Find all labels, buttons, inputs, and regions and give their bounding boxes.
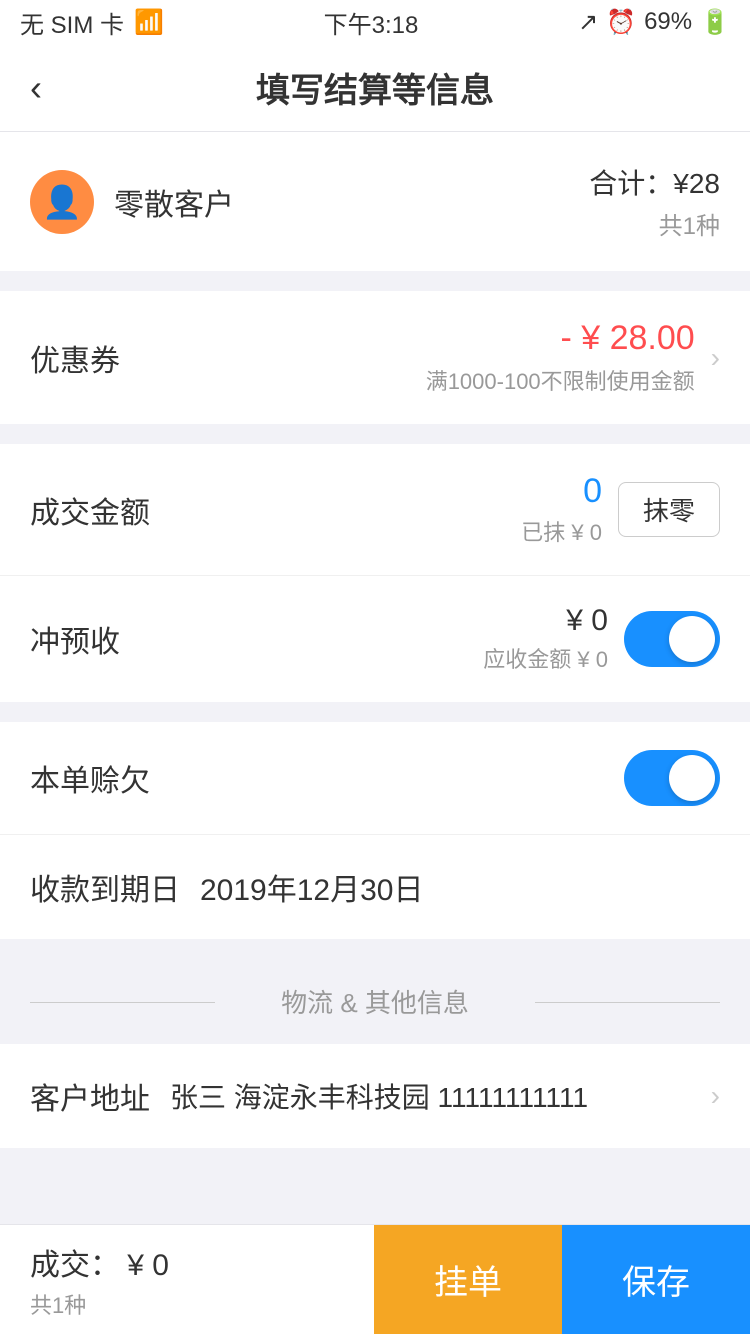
status-left: 无 SIM 卡 📶 <box>20 5 164 40</box>
coupon-row[interactable]: 优惠券 - ¥ 28.00 满1000-100不限制使用金额 › <box>0 291 750 424</box>
deal-label: 成交： <box>30 1249 120 1282</box>
due-date-value: 2019年12月30日 <box>200 865 423 909</box>
bottom-count: 共1种 <box>30 1288 344 1320</box>
transaction-row: 成交金额 0 已抹 ¥ 0 抹零 <box>0 444 750 576</box>
avatar-icon: 👤 <box>42 183 82 221</box>
transaction-text: 0 已抹 ¥ 0 <box>521 472 602 547</box>
customer-left: 👤 零散客户 <box>30 170 234 234</box>
coupon-chevron-icon: › <box>711 342 720 374</box>
address-label: 客户地址 <box>30 1074 150 1118</box>
address-row[interactable]: 客户地址 张三 海淀永丰科技园 11111111111 › <box>0 1044 750 1148</box>
location-icon: ↗ <box>578 8 598 37</box>
back-button[interactable]: ‹ <box>30 67 42 109</box>
logistics-header: 物流 & 其他信息 <box>0 959 750 1044</box>
content: 👤 零散客户 合计：¥28 共1种 优惠券 - ¥ 28.00 满1000-10… <box>0 132 750 1288</box>
sim-label: 无 SIM 卡 <box>20 5 124 40</box>
coupon-text: - ¥ 28.00 满1000-100不限制使用金额 <box>426 319 695 396</box>
customer-name: 零散客户 <box>114 180 234 224</box>
bottom-deal: 成交： ¥ 0 <box>30 1240 344 1284</box>
deal-amount: ¥ 0 <box>127 1249 169 1282</box>
customer-right: 合计：¥28 共1种 <box>589 162 720 241</box>
customer-row: 👤 零散客户 合计：¥28 共1种 <box>0 132 750 271</box>
debt-section: 本单赊欠 收款到期日 2019年12月30日 <box>0 722 750 939</box>
debt-label: 本单赊欠 <box>30 756 150 800</box>
nav-bar: ‹ 填写结算等信息 <box>0 44 750 132</box>
page-title: 填写结算等信息 <box>256 63 494 112</box>
transaction-sub: 已抹 ¥ 0 <box>521 515 602 547</box>
transaction-value: 0 <box>521 472 602 511</box>
bottom-bar: 成交： ¥ 0 共1种 挂单 保存 <box>0 1224 750 1334</box>
prepay-label: 冲预收 <box>30 617 120 661</box>
wifi-icon: 📶 <box>134 8 164 37</box>
alarm-icon: ⏰ <box>606 8 636 37</box>
coupon-label: 优惠券 <box>30 336 120 380</box>
transaction-right: 0 已抹 ¥ 0 抹零 <box>521 472 720 547</box>
status-bar: 无 SIM 卡 📶 下午3:18 ↗ ⏰ 69% 🔋 <box>0 0 750 44</box>
address-value: 张三 海淀永丰科技园 11111111111 <box>170 1076 588 1116</box>
status-time: 下午3:18 <box>324 5 419 40</box>
address-section: 客户地址 张三 海淀永丰科技园 11111111111 › <box>0 1044 750 1148</box>
prepay-right: ¥ 0 应收金额 ¥ 0 <box>483 604 720 674</box>
round-button[interactable]: 抹零 <box>618 482 720 537</box>
address-chevron-icon: › <box>711 1080 720 1112</box>
due-date-label: 收款到期日 <box>30 865 180 909</box>
debt-toggle[interactable] <box>624 750 720 806</box>
debt-row: 本单赊欠 <box>0 722 750 834</box>
due-date-row: 收款到期日 2019年12月30日 <box>0 834 750 939</box>
save-button[interactable]: 保存 <box>562 1225 750 1334</box>
prepay-toggle[interactable] <box>624 611 720 667</box>
prepay-text: ¥ 0 应收金额 ¥ 0 <box>483 604 608 674</box>
transaction-label: 成交金额 <box>30 488 150 532</box>
bottom-info: 成交： ¥ 0 共1种 <box>0 1240 374 1320</box>
prepay-amount: ¥ 0 <box>483 604 608 638</box>
battery-icon: 🔋 <box>700 8 730 37</box>
battery-label: 69% <box>644 8 692 36</box>
coupon-sub: 满1000-100不限制使用金额 <box>426 364 695 396</box>
coupon-amount: - ¥ 28.00 <box>426 319 695 358</box>
prepay-row: 冲预收 ¥ 0 应收金额 ¥ 0 <box>0 576 750 702</box>
coupon-section: 优惠券 - ¥ 28.00 满1000-100不限制使用金额 › <box>0 291 750 424</box>
customer-section: 👤 零散客户 合计：¥28 共1种 <box>0 132 750 271</box>
debt-toggle-knob <box>669 755 715 801</box>
logistics-label: 物流 & 其他信息 <box>281 988 469 1018</box>
prepay-toggle-knob <box>669 616 715 662</box>
address-left: 客户地址 张三 海淀永丰科技园 11111111111 <box>30 1074 588 1118</box>
prepay-sub: 应收金额 ¥ 0 <box>483 642 608 674</box>
total-count: 共1种 <box>589 206 720 241</box>
status-right: ↗ ⏰ 69% 🔋 <box>578 8 730 37</box>
coupon-right: - ¥ 28.00 满1000-100不限制使用金额 › <box>426 319 720 396</box>
hold-button[interactable]: 挂单 <box>374 1225 562 1334</box>
customer-avatar: 👤 <box>30 170 94 234</box>
transaction-section: 成交金额 0 已抹 ¥ 0 抹零 冲预收 ¥ 0 应收金额 ¥ 0 <box>0 444 750 702</box>
total-label: 合计：¥28 <box>589 162 720 202</box>
